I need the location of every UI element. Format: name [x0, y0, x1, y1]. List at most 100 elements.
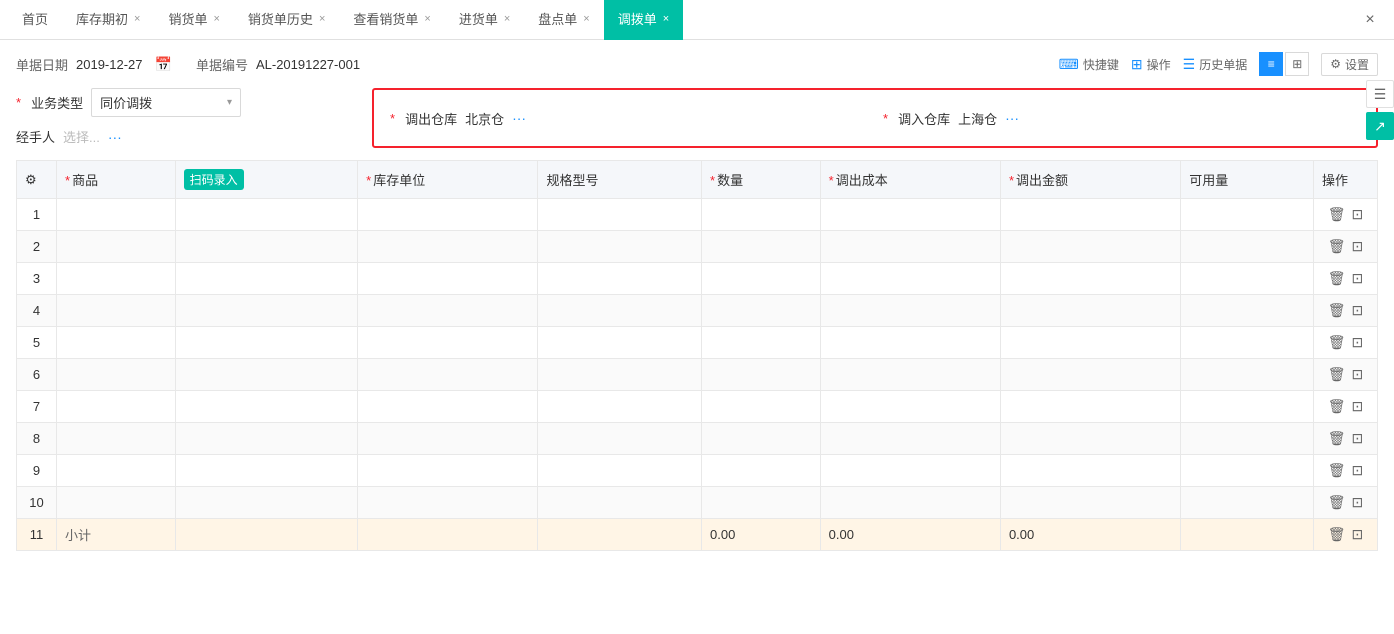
person-placeholder[interactable]: 选择... — [63, 127, 100, 146]
copy-icon[interactable]: ⊡ — [1352, 302, 1364, 319]
th-cost: *调出成本 — [820, 161, 1000, 199]
tab-sales-history-label: 销货单历史 — [248, 9, 313, 28]
delete-icon[interactable]: 🗑 — [1328, 366, 1346, 383]
tab-inventory-init[interactable]: 库存期初 × — [62, 0, 154, 40]
cell-product[interactable] — [57, 231, 176, 263]
tab-inventory-init-close[interactable]: × — [134, 13, 140, 25]
delete-icon[interactable]: 🗑 — [1328, 206, 1346, 223]
cell-cost[interactable] — [820, 295, 1000, 327]
copy-icon[interactable]: ⊡ — [1352, 334, 1364, 351]
settings-button[interactable]: ⚙ 设置 — [1321, 53, 1378, 76]
cell-qty[interactable] — [702, 263, 821, 295]
transfer-in-more-button[interactable]: ··· — [1005, 110, 1019, 126]
th-gear[interactable]: ⚙ — [17, 161, 57, 199]
settings-icon: ⚙ — [1330, 57, 1341, 71]
cell-spec — [538, 359, 702, 391]
delete-icon[interactable]: 🗑 — [1328, 334, 1346, 351]
delete-icon[interactable]: 🗑 — [1328, 398, 1346, 415]
tab-home[interactable]: 首页 — [8, 0, 62, 40]
copy-icon[interactable]: ⊡ — [1352, 430, 1364, 447]
cell-scan — [175, 263, 358, 295]
cell-spec — [538, 231, 702, 263]
cell-cost[interactable] — [820, 263, 1000, 295]
tab-sales-order-close[interactable]: × — [213, 13, 219, 25]
cell-cost[interactable] — [820, 423, 1000, 455]
tab-purchase-order-close[interactable]: × — [504, 13, 510, 25]
copy-icon[interactable]: ⊡ — [1352, 238, 1364, 255]
doc-no-value: AL-20191227-001 — [256, 57, 360, 72]
form-section: * 业务类型 同价调拨 ▾ 经手人 选择... ··· * 调出仓库 北京仓 ·… — [16, 88, 1378, 148]
sidebar-export-tool[interactable]: ↗ — [1366, 112, 1394, 140]
view-grid-button[interactable]: ⊞ — [1285, 52, 1309, 76]
cell-product[interactable] — [57, 455, 176, 487]
cell-product[interactable] — [57, 199, 176, 231]
cell-unit — [358, 295, 538, 327]
cell-product[interactable] — [57, 359, 176, 391]
scan-button[interactable]: 扫码录入 — [184, 169, 244, 190]
delete-icon[interactable]: 🗑 — [1328, 430, 1346, 447]
cell-cost[interactable] — [820, 455, 1000, 487]
sidebar-doc-tool[interactable]: ☰ — [1366, 80, 1394, 108]
shortcut-button[interactable]: ⌨ 快捷键 — [1059, 56, 1119, 73]
cell-qty[interactable] — [702, 359, 821, 391]
tab-sales-history-close[interactable]: × — [319, 13, 325, 25]
cell-qty[interactable] — [702, 231, 821, 263]
copy-icon[interactable]: ⊡ — [1352, 270, 1364, 287]
window-close-button[interactable]: × — [1354, 4, 1386, 36]
cell-qty[interactable] — [702, 295, 821, 327]
cell-cost[interactable] — [820, 359, 1000, 391]
cell-cost[interactable] — [820, 391, 1000, 423]
cell-available — [1181, 487, 1314, 519]
cell-cost[interactable] — [820, 231, 1000, 263]
tab-inventory-check-close[interactable]: × — [583, 13, 589, 25]
cell-amount — [1000, 487, 1180, 519]
cell-product[interactable] — [57, 487, 176, 519]
cell-cost[interactable] — [820, 487, 1000, 519]
tab-transfer-order[interactable]: 调拨单 × — [604, 0, 683, 40]
cell-product[interactable] — [57, 423, 176, 455]
cell-product[interactable] — [57, 391, 176, 423]
history-button[interactable]: ☰ 历史单据 — [1183, 56, 1248, 73]
history-label: 历史单据 — [1199, 56, 1247, 73]
delete-icon[interactable]: 🗑 — [1328, 494, 1346, 511]
copy-icon[interactable]: ⊡ — [1352, 494, 1364, 511]
subtotal-unit — [358, 519, 538, 551]
tab-sales-history[interactable]: 销货单历史 × — [234, 0, 339, 40]
cell-qty[interactable] — [702, 455, 821, 487]
cell-qty[interactable] — [702, 199, 821, 231]
subtotal-cost: 0.00 — [820, 519, 1000, 551]
delete-icon[interactable]: 🗑 — [1328, 462, 1346, 479]
business-type-select[interactable]: 同价调拨 ▾ — [91, 88, 241, 117]
delete-icon[interactable]: 🗑 — [1328, 270, 1346, 287]
cell-product[interactable] — [57, 263, 176, 295]
operation-button[interactable]: ⊞ 操作 — [1131, 56, 1171, 73]
copy-icon[interactable]: ⊡ — [1352, 398, 1364, 415]
tab-transfer-order-close[interactable]: × — [663, 13, 669, 25]
tab-purchase-order[interactable]: 进货单 × — [445, 0, 524, 40]
transfer-out-more-button[interactable]: ··· — [512, 110, 526, 126]
delete-icon[interactable]: 🗑 — [1328, 302, 1346, 319]
cell-cost[interactable] — [820, 327, 1000, 359]
tab-view-sales-close[interactable]: × — [424, 13, 430, 25]
copy-icon[interactable]: ⊡ — [1352, 206, 1364, 223]
cell-product[interactable] — [57, 327, 176, 359]
copy-icon[interactable]: ⊡ — [1352, 526, 1364, 543]
view-list-button[interactable]: ≡ — [1259, 52, 1283, 76]
tab-view-sales[interactable]: 查看销货单 × — [339, 0, 444, 40]
cell-qty[interactable] — [702, 423, 821, 455]
cell-product[interactable] — [57, 295, 176, 327]
person-more-button[interactable]: ··· — [108, 129, 122, 145]
cell-scan — [175, 423, 358, 455]
cell-qty[interactable] — [702, 487, 821, 519]
delete-icon[interactable]: 🗑 — [1328, 238, 1346, 255]
delete-icon[interactable]: 🗑 — [1328, 526, 1346, 543]
cell-cost[interactable] — [820, 199, 1000, 231]
cell-qty[interactable] — [702, 327, 821, 359]
cell-scan — [175, 359, 358, 391]
copy-icon[interactable]: ⊡ — [1352, 462, 1364, 479]
calendar-icon[interactable]: 📅 — [155, 56, 172, 73]
copy-icon[interactable]: ⊡ — [1352, 366, 1364, 383]
tab-sales-order[interactable]: 销货单 × — [154, 0, 233, 40]
tab-inventory-check[interactable]: 盘点单 × — [524, 0, 603, 40]
cell-qty[interactable] — [702, 391, 821, 423]
